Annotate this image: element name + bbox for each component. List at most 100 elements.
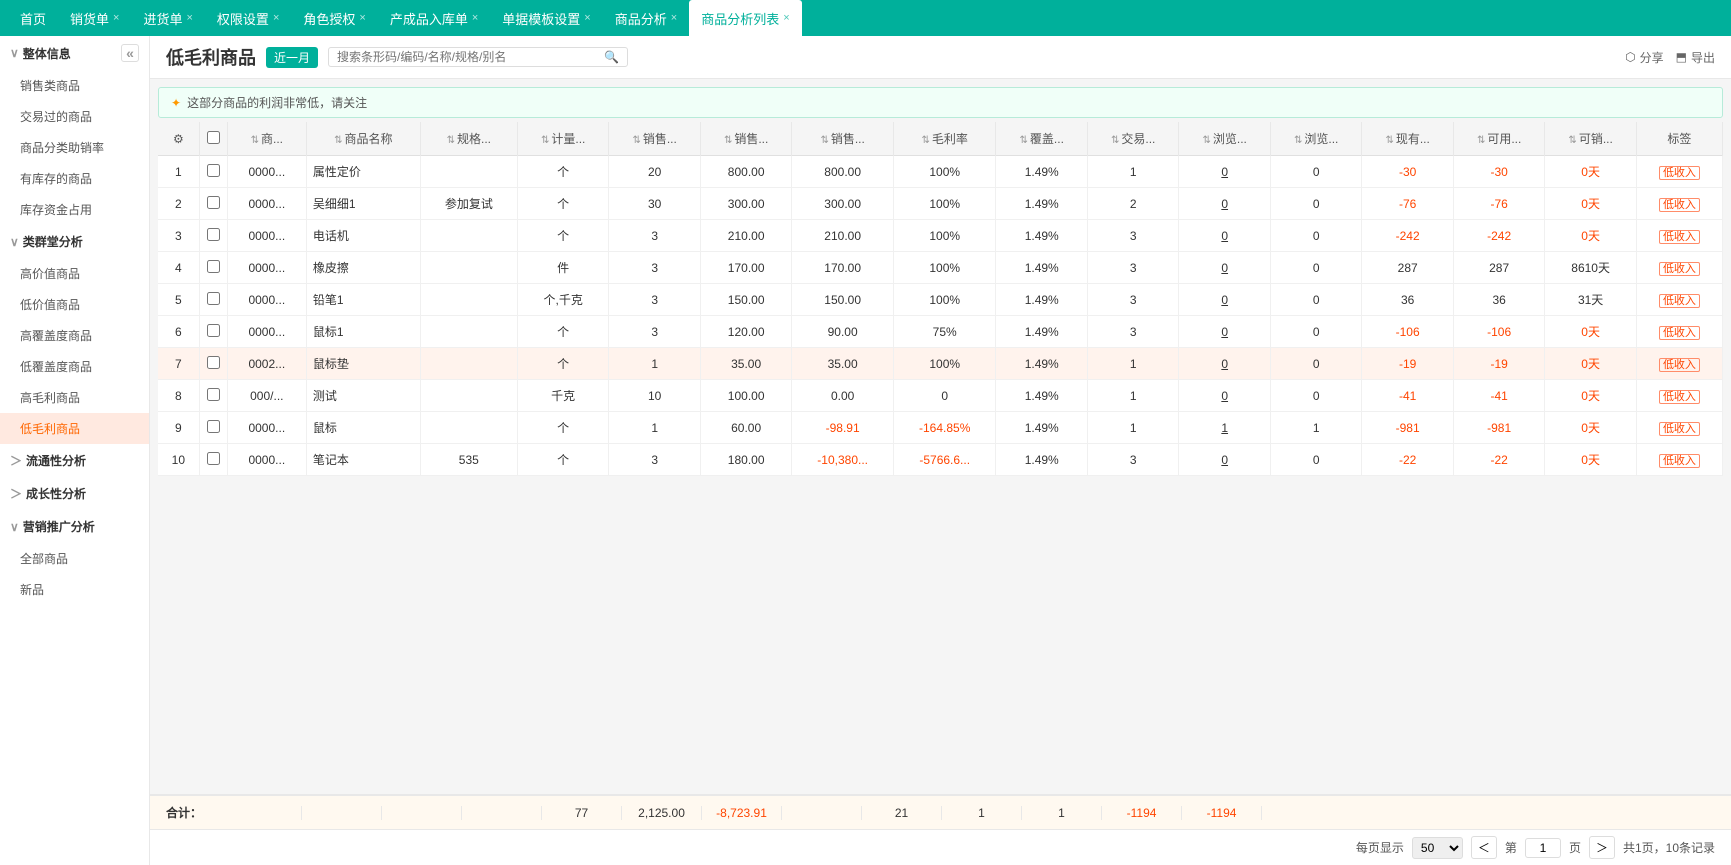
table-row: 1 0000... 属性定价 个 20 800.00 800.00 100% 1… <box>158 156 1723 188</box>
sidebar-item-category-rate[interactable]: 商品分类助销率 <box>0 132 149 163</box>
row-checkbox[interactable] <box>207 196 220 209</box>
prev-page-btn[interactable]: ＜ <box>1471 836 1497 859</box>
cell-browse1[interactable]: 0 <box>1179 220 1270 252</box>
cell-available: -76 <box>1453 188 1544 220</box>
cell-browse1[interactable]: 0 <box>1179 348 1270 380</box>
sidebar-item-low-value[interactable]: 低价值商品 <box>0 289 149 320</box>
close-icon[interactable]: × <box>359 12 365 24</box>
cell-check[interactable] <box>199 284 227 316</box>
cell-check[interactable] <box>199 412 227 444</box>
close-icon[interactable]: × <box>186 12 192 24</box>
cell-check[interactable] <box>199 380 227 412</box>
export-btn[interactable]: ⬒ 导出 <box>1676 49 1715 66</box>
close-icon[interactable]: × <box>783 12 789 24</box>
search-input[interactable] <box>337 50 604 64</box>
close-icon[interactable]: × <box>671 12 677 24</box>
sidebar-item-high-coverage[interactable]: 高覆盖度商品 <box>0 320 149 351</box>
cell-name: 属性定价 <box>306 156 420 188</box>
cell-check[interactable] <box>199 316 227 348</box>
col-settings[interactable]: ⚙ <box>158 122 199 156</box>
col-available[interactable]: ⇅可用... <box>1453 122 1544 156</box>
select-all-checkbox[interactable] <box>207 131 220 144</box>
sidebar-item-all-products[interactable]: 全部商品 <box>0 543 149 574</box>
row-checkbox[interactable] <box>207 388 220 401</box>
close-icon[interactable]: × <box>472 12 478 24</box>
next-page-btn[interactable]: ＞ <box>1589 836 1615 859</box>
nav-item-product[interactable]: 产成品入库单× <box>378 0 490 36</box>
col-browse1[interactable]: ⇅浏览... <box>1179 122 1270 156</box>
nav-item-purchase[interactable]: 进货单× <box>131 0 204 36</box>
row-checkbox[interactable] <box>207 292 220 305</box>
sidebar-group-cluster[interactable]: ∨ 类群堂分析 <box>0 225 149 258</box>
share-btn[interactable]: ⬡ 分享 <box>1625 49 1664 66</box>
sidebar-item-stock-products[interactable]: 有库存的商品 <box>0 163 149 194</box>
nav-item-template[interactable]: 单据模板设置× <box>490 0 602 36</box>
cell-browse1[interactable]: 1 <box>1179 412 1270 444</box>
sidebar-item-traded-products[interactable]: 交易过的商品 <box>0 101 149 132</box>
nav-item-analysis-list[interactable]: 商品分析列表× <box>689 0 801 36</box>
close-icon[interactable]: × <box>584 12 590 24</box>
per-page-select[interactable]: 50 20 100 <box>1412 837 1463 859</box>
cell-browse1[interactable]: 0 <box>1179 252 1270 284</box>
nav-item-role[interactable]: 角色授权× <box>291 0 377 36</box>
col-sales-qty[interactable]: ⇅销售... <box>609 122 700 156</box>
sidebar-item-sales-products[interactable]: 销售类商品 <box>0 70 149 101</box>
cell-check[interactable] <box>199 348 227 380</box>
sidebar-group-overall[interactable]: ∨ 整体信息 « <box>0 36 149 70</box>
col-spec[interactable]: ⇅规格... <box>420 122 517 156</box>
col-sales-profit[interactable]: ⇅销售... <box>792 122 894 156</box>
cell-browse1[interactable]: 0 <box>1179 156 1270 188</box>
col-code[interactable]: ⇅商... <box>227 122 306 156</box>
sidebar-item-high-profit[interactable]: 高毛利商品 <box>0 382 149 413</box>
nav-item-analysis[interactable]: 商品分析× <box>603 0 689 36</box>
sidebar-item-new-products[interactable]: 新品 <box>0 574 149 605</box>
col-check[interactable] <box>199 122 227 156</box>
cell-check[interactable] <box>199 156 227 188</box>
sidebar-item-stock-capital[interactable]: 库存资金占用 <box>0 194 149 225</box>
col-coverage[interactable]: ⇅覆盖... <box>996 122 1087 156</box>
page-number-input[interactable] <box>1525 838 1561 858</box>
cell-browse1[interactable]: 0 <box>1179 284 1270 316</box>
col-sales-price[interactable]: ⇅销售... <box>700 122 791 156</box>
row-checkbox[interactable] <box>207 228 220 241</box>
cell-sales-profit: 150.00 <box>792 284 894 316</box>
table-container[interactable]: ⚙ ⇅商... ⇅商品名称 ⇅规格... ⇅计量... ⇅销售... ⇅销售..… <box>158 122 1723 794</box>
col-current[interactable]: ⇅现有... <box>1362 122 1453 156</box>
col-trade[interactable]: ⇅交易... <box>1087 122 1178 156</box>
cell-browse1[interactable]: 0 <box>1179 444 1270 476</box>
col-gross-rate[interactable]: ⇅毛利率 <box>893 122 996 156</box>
cell-check[interactable] <box>199 188 227 220</box>
alert-text: 这部分商品的利润非常低，请关注 <box>187 94 367 111</box>
close-icon[interactable]: × <box>113 12 119 24</box>
nav-item-home[interactable]: 首页 <box>8 0 58 36</box>
search-box[interactable]: 🔍 <box>328 47 628 67</box>
cell-browse1[interactable]: 0 <box>1179 316 1270 348</box>
col-unit[interactable]: ⇅计量... <box>517 122 608 156</box>
row-checkbox[interactable] <box>207 324 220 337</box>
cell-check[interactable] <box>199 444 227 476</box>
cell-browse1[interactable]: 0 <box>1179 188 1270 220</box>
sidebar-item-low-profit[interactable]: 低毛利商品 <box>0 413 149 444</box>
cell-sales-price: 100.00 <box>700 380 791 412</box>
sidebar-item-low-coverage[interactable]: 低覆盖度商品 <box>0 351 149 382</box>
row-checkbox[interactable] <box>207 452 220 465</box>
sidebar-group-growth[interactable]: ＞ 成长性分析 <box>0 477 149 510</box>
sidebar-collapse-btn[interactable]: « <box>121 44 139 62</box>
sidebar-group-flow[interactable]: ＞ 流通性分析 <box>0 444 149 477</box>
cell-check[interactable] <box>199 220 227 252</box>
cell-browse1[interactable]: 0 <box>1179 380 1270 412</box>
sidebar-group-marketing[interactable]: ∨ 营销推广分析 <box>0 510 149 543</box>
row-checkbox[interactable] <box>207 164 220 177</box>
row-checkbox[interactable] <box>207 356 220 369</box>
cell-check[interactable] <box>199 252 227 284</box>
nav-item-sales[interactable]: 销货单× <box>58 0 131 36</box>
col-saleable[interactable]: ⇅可销... <box>1545 122 1636 156</box>
nav-item-perm[interactable]: 权限设置× <box>205 0 291 36</box>
sidebar-item-high-value[interactable]: 高价值商品 <box>0 258 149 289</box>
close-icon[interactable]: × <box>273 12 279 24</box>
row-checkbox[interactable] <box>207 260 220 273</box>
col-browse2[interactable]: ⇅浏览... <box>1270 122 1361 156</box>
row-checkbox[interactable] <box>207 420 220 433</box>
col-name[interactable]: ⇅商品名称 <box>306 122 420 156</box>
filter-btn[interactable]: 近一月 <box>266 47 318 68</box>
